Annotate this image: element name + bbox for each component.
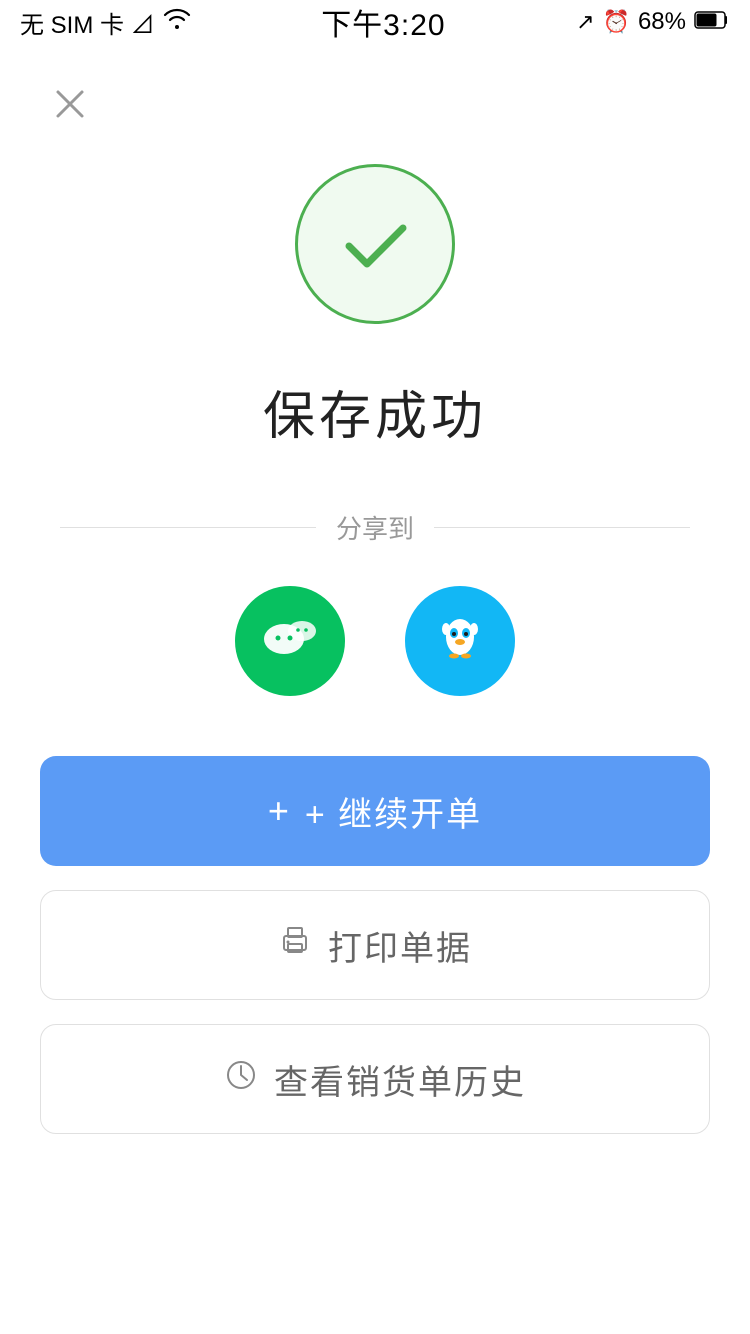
print-label: 打印单据 [328, 921, 472, 970]
continue-label: + 继续开单 [305, 787, 482, 836]
battery-icon [694, 8, 730, 36]
divider-line-right [434, 527, 690, 528]
qq-icon [428, 609, 492, 673]
status-bar: 无 SIM 卡 ⊿ 下午3:20 ↗ ⏰ 68% [0, 0, 750, 44]
plus-icon: + [268, 790, 289, 832]
share-divider: 分享到 [0, 509, 750, 546]
history-label: 查看销货单历史 [274, 1055, 526, 1104]
share-section: 分享到 [0, 509, 750, 696]
continue-button[interactable]: + + 继续开单 [40, 756, 710, 866]
history-button[interactable]: 查看销货单历史 [40, 1024, 710, 1134]
qq-share-button[interactable] [405, 586, 515, 696]
alarm-icon: ⏰ [603, 9, 630, 35]
print-button[interactable]: 打印单据 [40, 890, 710, 1000]
success-title: 保存成功 [263, 374, 487, 449]
wechat-share-button[interactable] [235, 586, 345, 696]
actions-section: + + 继续开单 打印单据 查看销货单历史 [0, 756, 750, 1134]
status-bar-left: 无 SIM 卡 ⊿ [20, 5, 191, 40]
location-icon: ↗ [576, 9, 594, 35]
share-label: 分享到 [316, 509, 434, 546]
checkmark-icon [335, 204, 415, 284]
wifi-icon [163, 8, 191, 37]
close-button[interactable] [40, 74, 100, 134]
battery-label: 68% [638, 8, 686, 36]
no-sim-label: 无 SIM 卡 ⊿ [20, 5, 155, 40]
main-content: 保存成功 分享到 [0, 44, 750, 1334]
wechat-icon [258, 609, 322, 673]
close-icon [52, 86, 88, 122]
printer-icon [278, 924, 312, 966]
divider-line-left [60, 527, 316, 528]
success-section: 保存成功 分享到 [0, 44, 750, 756]
share-icons-row [235, 586, 515, 696]
status-bar-time: 下午3:20 [321, 0, 445, 44]
success-circle [295, 164, 455, 324]
clock-icon [224, 1058, 258, 1100]
status-bar-right: ↗ ⏰ 68% [576, 8, 730, 36]
